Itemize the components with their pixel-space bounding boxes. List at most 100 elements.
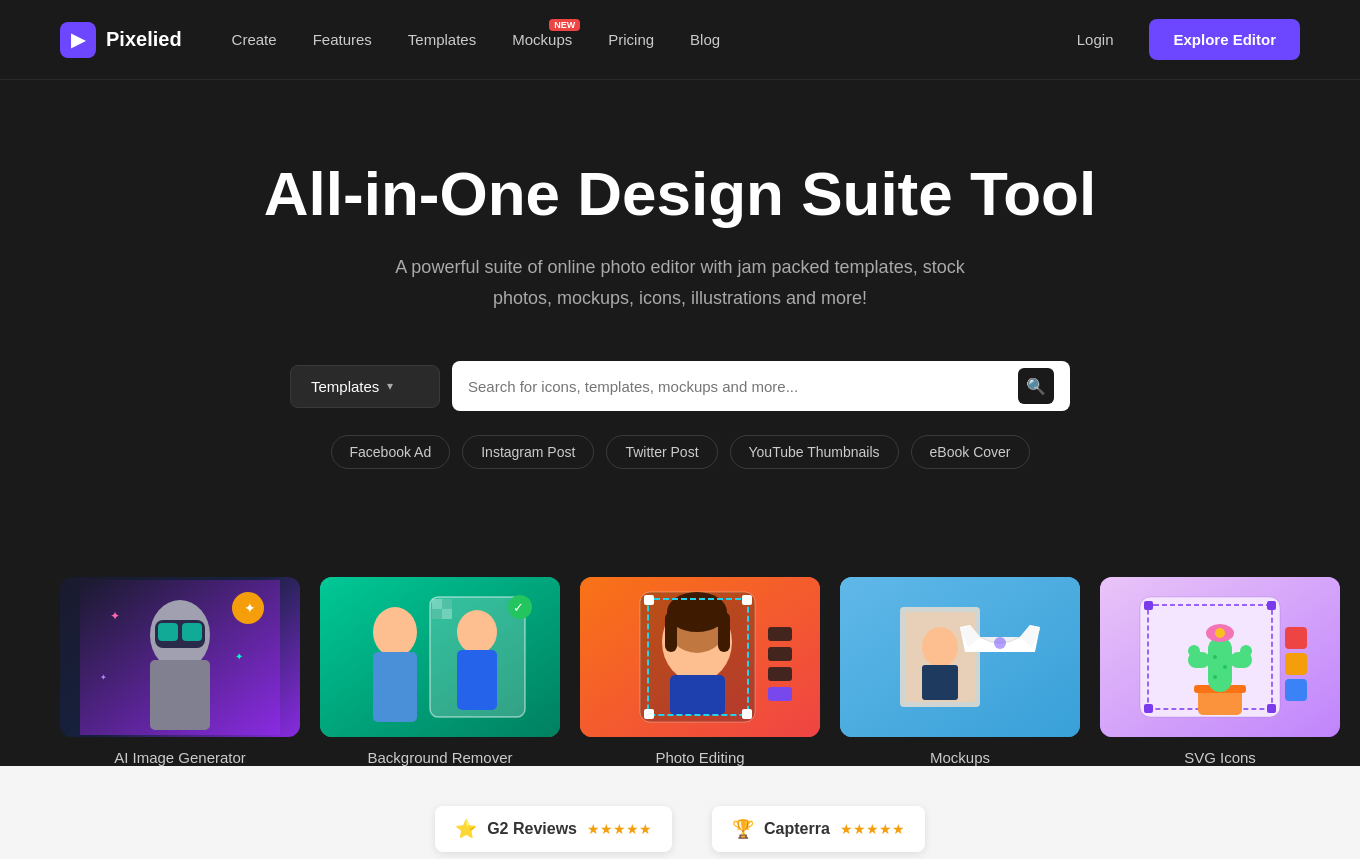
svg-rect-30 <box>670 675 725 715</box>
tag-ebook-cover[interactable]: eBook Cover <box>911 435 1030 469</box>
card-svg-icons[interactable]: SVG Icons <box>1100 577 1340 766</box>
svg-rect-36 <box>768 627 792 641</box>
svg-rect-49 <box>1144 601 1153 610</box>
svg-rect-51 <box>1144 704 1153 713</box>
svg-rect-5 <box>182 623 202 641</box>
svg-text:✦: ✦ <box>100 673 107 682</box>
svg-rect-4 <box>158 623 178 641</box>
svg-text:✦: ✦ <box>235 651 243 662</box>
nav-item-templates[interactable]: Templates <box>408 31 476 49</box>
card-ai-image-generator[interactable]: ✦ ✦ ✦ ✦ AI Image Generator <box>60 577 300 766</box>
nav-links: Create Features Templates Mockups NEW Pr… <box>232 31 1061 49</box>
svg-rect-65 <box>1285 627 1307 649</box>
svg-rect-59 <box>1240 645 1252 657</box>
card-svg-label: SVG Icons <box>1100 749 1340 766</box>
tag-youtube-thumbnails[interactable]: YouTube Thumbnails <box>730 435 899 469</box>
brand-logo[interactable]: ▶ Pixelied <box>60 22 182 58</box>
nav-item-mockups[interactable]: Mockups NEW <box>512 31 572 49</box>
hero-section: All-in-One Design Suite Tool A powerful … <box>0 80 1360 577</box>
svg-rect-39 <box>768 687 792 701</box>
brand-icon: ▶ <box>60 22 96 58</box>
brand-name: Pixelied <box>106 28 182 51</box>
nav-item-create[interactable]: Create <box>232 31 277 49</box>
svg-rect-32 <box>644 595 654 605</box>
svg-rect-19 <box>432 609 442 619</box>
quick-tags: Facebook Ad Instagram Post Twitter Post … <box>331 435 1030 469</box>
tag-twitter-post[interactable]: Twitter Post <box>606 435 717 469</box>
review-badge-capterra: 🏆 Capterra ★★★★★ <box>712 806 925 852</box>
search-button[interactable]: 🔍 <box>1018 368 1054 404</box>
search-icon: 🔍 <box>1026 377 1046 396</box>
search-box: 🔍 <box>452 361 1070 411</box>
card-mockup-image <box>840 577 1080 737</box>
svg-text:✦: ✦ <box>110 609 120 623</box>
card-photo-label: Photo Editing <box>580 749 820 766</box>
svg-point-64 <box>1213 675 1217 679</box>
card-mockups[interactable]: Mockups <box>840 577 1080 766</box>
login-button[interactable]: Login <box>1061 23 1130 56</box>
nav-right: Login Explore Editor <box>1061 19 1300 60</box>
svg-text:✓: ✓ <box>513 600 524 615</box>
nav-item-blog[interactable]: Blog <box>690 31 720 49</box>
card-ai-image: ✦ ✦ ✦ ✦ <box>60 577 300 737</box>
bottom-section: ⭐ G2 Reviews ★★★★★ 🏆 Capterra ★★★★★ <box>0 766 1360 859</box>
nav-item-features[interactable]: Features <box>313 31 372 49</box>
svg-point-61 <box>1215 628 1225 638</box>
svg-point-63 <box>1223 665 1227 669</box>
explore-editor-button[interactable]: Explore Editor <box>1149 19 1300 60</box>
svg-rect-67 <box>1285 679 1307 701</box>
tag-instagram-post[interactable]: Instagram Post <box>462 435 594 469</box>
svg-rect-20 <box>442 609 452 619</box>
capterra-label: Capterra <box>764 820 830 838</box>
ai-illustration: ✦ ✦ ✦ ✦ <box>60 577 300 737</box>
card-bg-label: Background Remover <box>320 749 560 766</box>
capterra-stars: ★★★★★ <box>840 821 905 837</box>
svg-rect-52 <box>1267 704 1276 713</box>
card-photo-image <box>580 577 820 737</box>
card-background-remover[interactable]: ✓ Background Remover <box>320 577 560 766</box>
cards-row: ✦ ✦ ✦ ✦ AI Image Generator <box>0 577 1360 766</box>
search-dropdown-button[interactable]: Templates ▾ <box>290 365 440 408</box>
svg-rect-34 <box>644 709 654 719</box>
card-bg-image: ✓ <box>320 577 560 737</box>
svg-point-43 <box>994 637 1006 649</box>
search-row: Templates ▾ 🔍 <box>290 361 1070 411</box>
svg-point-15 <box>457 610 497 654</box>
svg-point-44 <box>922 627 958 667</box>
review-badge-g2: ⭐ G2 Reviews ★★★★★ <box>435 806 672 852</box>
svg-rect-33 <box>742 595 752 605</box>
svg-rect-17 <box>432 599 442 609</box>
capterra-logo: 🏆 <box>732 818 754 840</box>
svg-rect-16 <box>457 650 497 710</box>
svg-rect-55 <box>1208 637 1232 692</box>
card-svg-image <box>1100 577 1340 737</box>
svg-rect-29 <box>718 612 730 652</box>
nav-item-pricing[interactable]: Pricing <box>608 31 654 49</box>
svg-rect-66 <box>1285 653 1307 675</box>
hero-subtitle: A powerful suite of online photo editor … <box>370 252 990 313</box>
svg-rect-37 <box>768 647 792 661</box>
svg-text:✦: ✦ <box>244 600 256 616</box>
svg-point-62 <box>1213 655 1217 659</box>
navbar: ▶ Pixelied Create Features Templates Moc… <box>0 0 1360 80</box>
search-input[interactable] <box>468 378 1018 395</box>
hero-title: All-in-One Design Suite Tool <box>264 160 1096 228</box>
svg-rect-45 <box>922 665 958 700</box>
card-ai-label: AI Image Generator <box>60 749 300 766</box>
svg-rect-2 <box>150 660 210 730</box>
g2-label: G2 Reviews <box>487 820 577 838</box>
tag-facebook-ad[interactable]: Facebook Ad <box>331 435 451 469</box>
svg-rect-35 <box>742 709 752 719</box>
g2-logo: ⭐ <box>455 818 477 840</box>
svg-rect-50 <box>1267 601 1276 610</box>
card-photo-editing[interactable]: Photo Editing <box>580 577 820 766</box>
svg-rect-38 <box>768 667 792 681</box>
search-dropdown-label: Templates <box>311 378 379 395</box>
svg-rect-13 <box>373 652 417 722</box>
svg-rect-18 <box>442 599 452 609</box>
card-mockup-label: Mockups <box>840 749 1080 766</box>
svg-rect-57 <box>1188 645 1200 657</box>
svg-rect-28 <box>665 612 677 652</box>
chevron-down-icon: ▾ <box>387 379 393 393</box>
svg-point-12 <box>373 607 417 657</box>
